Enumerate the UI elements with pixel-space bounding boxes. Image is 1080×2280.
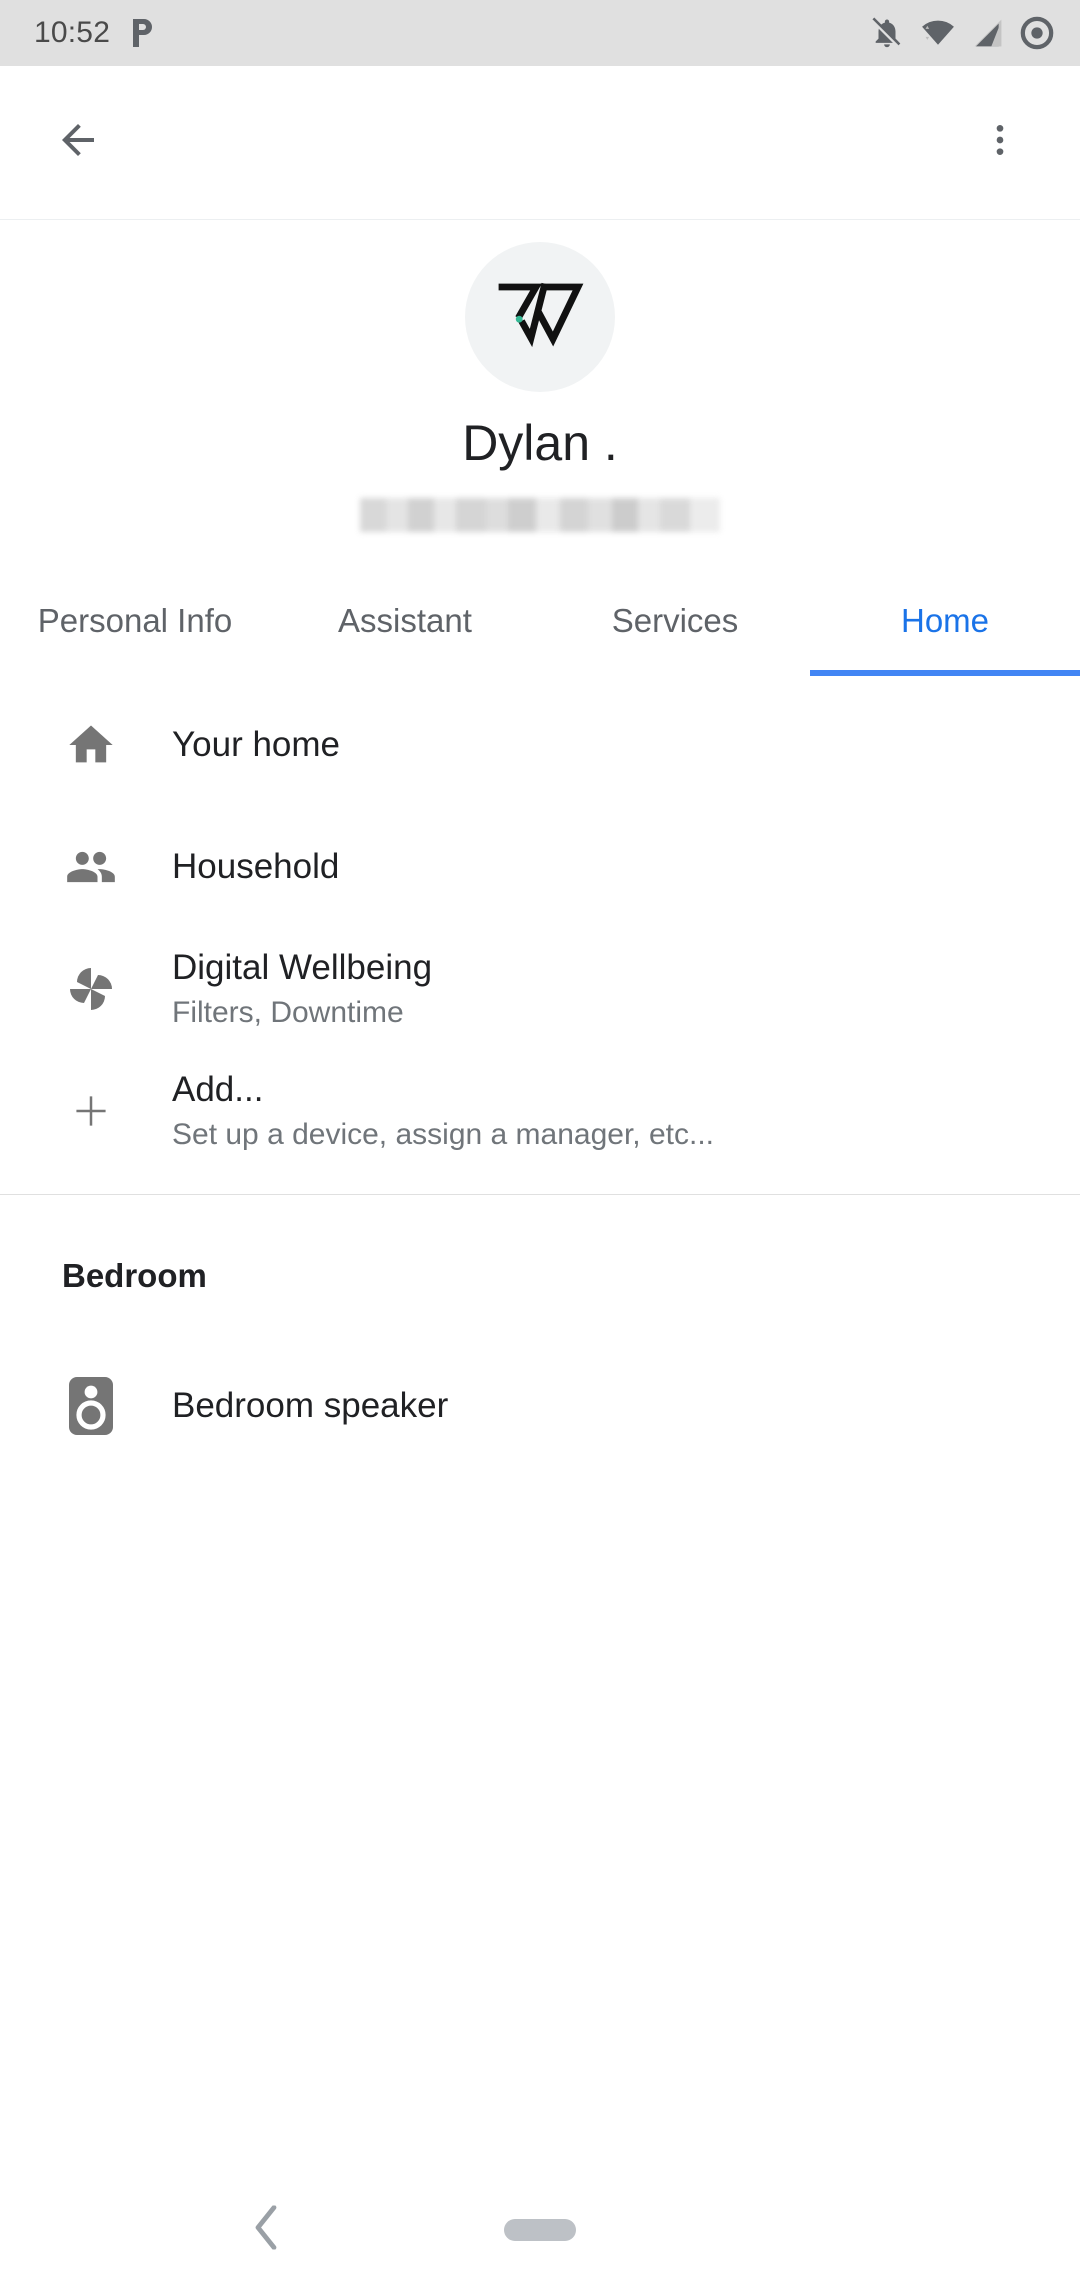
notifications-off-icon bbox=[870, 16, 904, 50]
w-logo-avatar bbox=[496, 280, 584, 355]
list-item-subtitle: Filters, Downtime bbox=[172, 996, 404, 1030]
wifi-icon bbox=[920, 16, 956, 50]
list-item-add[interactable]: Add... Set up a device, assign a manager… bbox=[0, 1050, 1080, 1172]
plus-icon bbox=[62, 1086, 120, 1136]
nav-home-pill[interactable] bbox=[504, 2219, 576, 2241]
tab-label: Personal Info bbox=[37, 602, 233, 639]
status-bar: 10:52 bbox=[0, 0, 1080, 66]
tab-services[interactable]: Services bbox=[540, 602, 810, 676]
home-icon bbox=[62, 719, 120, 771]
section-title: Bedroom bbox=[62, 1257, 207, 1294]
overflow-menu-button[interactable] bbox=[960, 103, 1040, 183]
people-icon bbox=[62, 841, 120, 893]
pinwheel-icon bbox=[62, 961, 120, 1017]
profile-name: Dylan . bbox=[462, 415, 618, 471]
profile-header: Dylan . bbox=[0, 220, 1080, 532]
room-section-bedroom: Bedroom Bedroom speaker bbox=[0, 1195, 1080, 1467]
home-list: Your home Household Digital Wellbeing Fi… bbox=[0, 676, 1080, 1172]
app-bar bbox=[0, 66, 1080, 220]
device-name: Bedroom speaker bbox=[172, 1386, 449, 1426]
list-item-household[interactable]: Household bbox=[0, 806, 1080, 928]
back-arrow-icon bbox=[54, 116, 102, 169]
tab-label: Assistant bbox=[338, 602, 472, 639]
device-row-text: Bedroom speaker bbox=[172, 1385, 448, 1426]
tab-label: Services bbox=[611, 602, 739, 639]
list-item-text: Your home bbox=[172, 724, 340, 765]
list-item-title: Digital Wellbeing bbox=[172, 948, 433, 988]
profile-email-redacted bbox=[360, 498, 720, 532]
tab-label: Home bbox=[900, 602, 990, 639]
list-item-title: Add... bbox=[172, 1070, 264, 1110]
tab-active-indicator bbox=[810, 670, 1080, 676]
list-item-text: Add... Set up a device, assign a manager… bbox=[172, 1069, 714, 1153]
system-nav-bar bbox=[0, 2180, 1080, 2280]
pandora-p-icon bbox=[130, 18, 156, 48]
list-item-subtitle: Set up a device, assign a manager, etc..… bbox=[172, 1118, 714, 1152]
status-clock: 10:52 bbox=[34, 16, 111, 49]
list-item-title: Your home bbox=[172, 725, 340, 765]
avatar[interactable] bbox=[465, 242, 615, 392]
status-bar-right bbox=[870, 16, 1054, 50]
list-item-text: Household bbox=[172, 846, 339, 887]
status-bar-left: 10:52 bbox=[34, 18, 156, 48]
list-item-your-home[interactable]: Your home bbox=[0, 684, 1080, 806]
speaker-icon bbox=[62, 1377, 120, 1435]
tab-home[interactable]: Home bbox=[810, 602, 1080, 676]
device-row-bedroom-speaker[interactable]: Bedroom speaker bbox=[0, 1345, 1080, 1467]
battery-saver-icon bbox=[1020, 16, 1054, 50]
back-button[interactable] bbox=[38, 103, 118, 183]
more-vert-icon bbox=[980, 120, 1020, 165]
list-item-text: Digital Wellbeing Filters, Downtime bbox=[172, 947, 432, 1031]
cellular-signal-icon bbox=[972, 17, 1004, 49]
tab-assistant[interactable]: Assistant bbox=[270, 602, 540, 676]
nav-back-button[interactable] bbox=[252, 2205, 282, 2255]
list-item-title: Household bbox=[172, 847, 340, 887]
nav-back-chevron-icon bbox=[252, 2205, 282, 2254]
list-item-digital-wellbeing[interactable]: Digital Wellbeing Filters, Downtime bbox=[0, 928, 1080, 1050]
tab-personal-info[interactable]: Personal Info bbox=[0, 602, 270, 676]
tab-bar: Personal Info Assistant Services Home bbox=[0, 566, 1080, 676]
